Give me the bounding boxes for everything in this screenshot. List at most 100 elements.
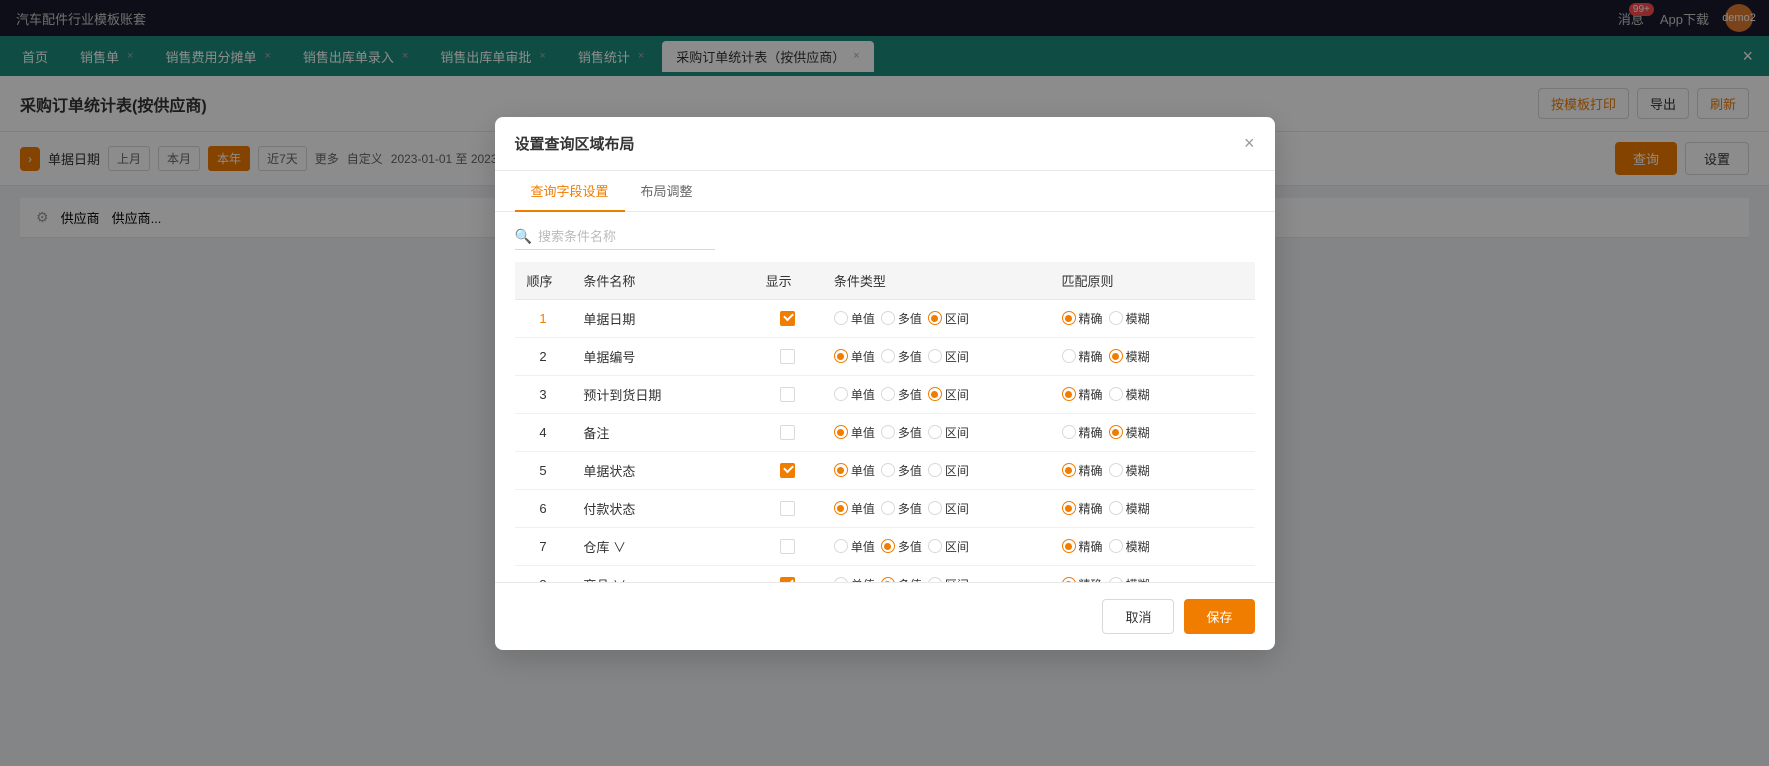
radio-label: 精确: [1079, 386, 1103, 403]
radio-label: 多值: [898, 538, 922, 555]
type-option-区间[interactable]: 区间: [928, 538, 969, 555]
radio-label: 模糊: [1126, 538, 1150, 555]
radio-label: 单值: [851, 386, 875, 403]
table-row: 2单据编号单值多值区间精确模糊: [515, 337, 1255, 375]
row-show-checkbox[interactable]: [754, 489, 822, 527]
checkbox[interactable]: [780, 349, 795, 364]
type-option-多值[interactable]: 多值: [881, 310, 922, 327]
type-option-单值[interactable]: 单值: [834, 348, 875, 365]
match-option-精确[interactable]: 精确: [1062, 462, 1103, 479]
type-option-区间[interactable]: 区间: [928, 386, 969, 403]
save-button[interactable]: 保存: [1184, 599, 1254, 634]
row-show-checkbox[interactable]: [754, 451, 822, 489]
match-option-精确[interactable]: 精确: [1062, 538, 1103, 555]
cancel-button[interactable]: 取消: [1102, 599, 1174, 634]
row-order: 8: [515, 565, 572, 582]
radio-label: 区间: [945, 348, 969, 365]
type-option-区间[interactable]: 区间: [928, 310, 969, 327]
row-show-checkbox[interactable]: [754, 527, 822, 565]
row-show-checkbox[interactable]: [754, 565, 822, 582]
radio-dot: [834, 349, 848, 363]
match-option-模糊[interactable]: 模糊: [1109, 462, 1150, 479]
modal-tab-layout[interactable]: 布局调整: [625, 171, 709, 212]
match-option-精确[interactable]: 精确: [1062, 386, 1103, 403]
checkbox[interactable]: [780, 539, 795, 554]
radio-label: 单值: [851, 424, 875, 441]
modal-tab-query[interactable]: 查询字段设置: [515, 171, 625, 212]
table-row: 4备注单值多值区间精确模糊: [515, 413, 1255, 451]
modal-footer: 取消 保存: [495, 582, 1275, 650]
row-show-checkbox[interactable]: [754, 413, 822, 451]
row-show-checkbox[interactable]: [754, 299, 822, 337]
radio-label: 模糊: [1126, 500, 1150, 517]
radio-dot: [834, 539, 848, 553]
radio-dot: [881, 539, 895, 553]
type-option-单值[interactable]: 单值: [834, 310, 875, 327]
search-input[interactable]: [538, 229, 698, 244]
type-option-多值[interactable]: 多值: [881, 538, 922, 555]
type-option-区间[interactable]: 区间: [928, 348, 969, 365]
type-option-单值[interactable]: 单值: [834, 500, 875, 517]
radio-dot: [834, 311, 848, 325]
modal-tab-query-label: 查询字段设置: [531, 184, 609, 199]
radio-dot: [928, 387, 942, 401]
type-option-单值[interactable]: 单值: [834, 386, 875, 403]
radio-label: 区间: [945, 500, 969, 517]
row-condition-name: 单据状态: [571, 451, 753, 489]
type-option-多值[interactable]: 多值: [881, 386, 922, 403]
search-icon: 🔍: [515, 228, 532, 245]
type-option-多值[interactable]: 多值: [881, 462, 922, 479]
row-condition-name: 备注: [571, 413, 753, 451]
match-option-模糊[interactable]: 模糊: [1109, 538, 1150, 555]
checkbox[interactable]: [780, 387, 795, 402]
type-option-多值[interactable]: 多值: [881, 424, 922, 441]
checkbox[interactable]: [780, 577, 795, 581]
row-type-options: 单值多值 区间: [822, 337, 1050, 375]
data-table: 顺序 条件名称 显示 条件类型 匹配原则 1单据日期单值多值区间精确模糊2单据编…: [495, 262, 1275, 582]
match-option-模糊[interactable]: 模糊: [1109, 424, 1150, 441]
type-option-多值[interactable]: 多值: [881, 348, 922, 365]
match-option-精确[interactable]: 精确: [1062, 310, 1103, 327]
row-match-options: 精确模糊: [1050, 451, 1255, 489]
row-match-options: 精确模糊: [1050, 375, 1255, 413]
type-option-单值[interactable]: 单值: [834, 424, 875, 441]
match-option-精确[interactable]: 精确: [1062, 500, 1103, 517]
type-option-区间[interactable]: 区间: [928, 500, 969, 517]
checkbox[interactable]: [780, 425, 795, 440]
row-match-options: 精确模糊: [1050, 337, 1255, 375]
type-option-单值[interactable]: 单值: [834, 538, 875, 555]
row-order: 5: [515, 451, 572, 489]
radio-label: 单值: [851, 348, 875, 365]
match-option-精确[interactable]: 精确: [1062, 424, 1103, 441]
modal-close-button[interactable]: ×: [1244, 133, 1255, 154]
match-option-模糊[interactable]: 模糊: [1109, 310, 1150, 327]
match-option-模糊[interactable]: 模糊: [1109, 500, 1150, 517]
row-match-options: 精确 模糊: [1050, 527, 1255, 565]
radio-dot: [881, 387, 895, 401]
row-condition-name: 单据日期: [571, 299, 753, 337]
radio-dot: [834, 425, 848, 439]
modal-title: 设置查询区域布局: [515, 133, 635, 154]
type-option-单值[interactable]: 单值: [834, 462, 875, 479]
radio-label: 精确: [1079, 424, 1103, 441]
row-type-options: 单值多值 区间: [822, 489, 1050, 527]
checkbox[interactable]: [780, 463, 795, 478]
row-show-checkbox[interactable]: [754, 337, 822, 375]
row-show-checkbox[interactable]: [754, 375, 822, 413]
row-type-options: 单值多值区间: [822, 299, 1050, 337]
radio-label: 多值: [898, 462, 922, 479]
checkbox[interactable]: [780, 311, 795, 326]
type-option-区间[interactable]: 区间: [928, 462, 969, 479]
table-row: 3预计到货日期单值多值区间精确模糊: [515, 375, 1255, 413]
radio-dot: [1062, 539, 1076, 553]
radio-dot: [1109, 311, 1123, 325]
match-option-模糊[interactable]: 模糊: [1109, 348, 1150, 365]
match-option-精确[interactable]: 精确: [1062, 348, 1103, 365]
checkbox[interactable]: [780, 501, 795, 516]
type-option-区间[interactable]: 区间: [928, 424, 969, 441]
radio-dot: [1062, 501, 1076, 515]
type-option-多值[interactable]: 多值: [881, 500, 922, 517]
modal-dialog: 设置查询区域布局 × 查询字段设置 布局调整 🔍 顺序: [495, 117, 1275, 650]
modal-tab-layout-label: 布局调整: [641, 184, 693, 199]
match-option-模糊[interactable]: 模糊: [1109, 386, 1150, 403]
